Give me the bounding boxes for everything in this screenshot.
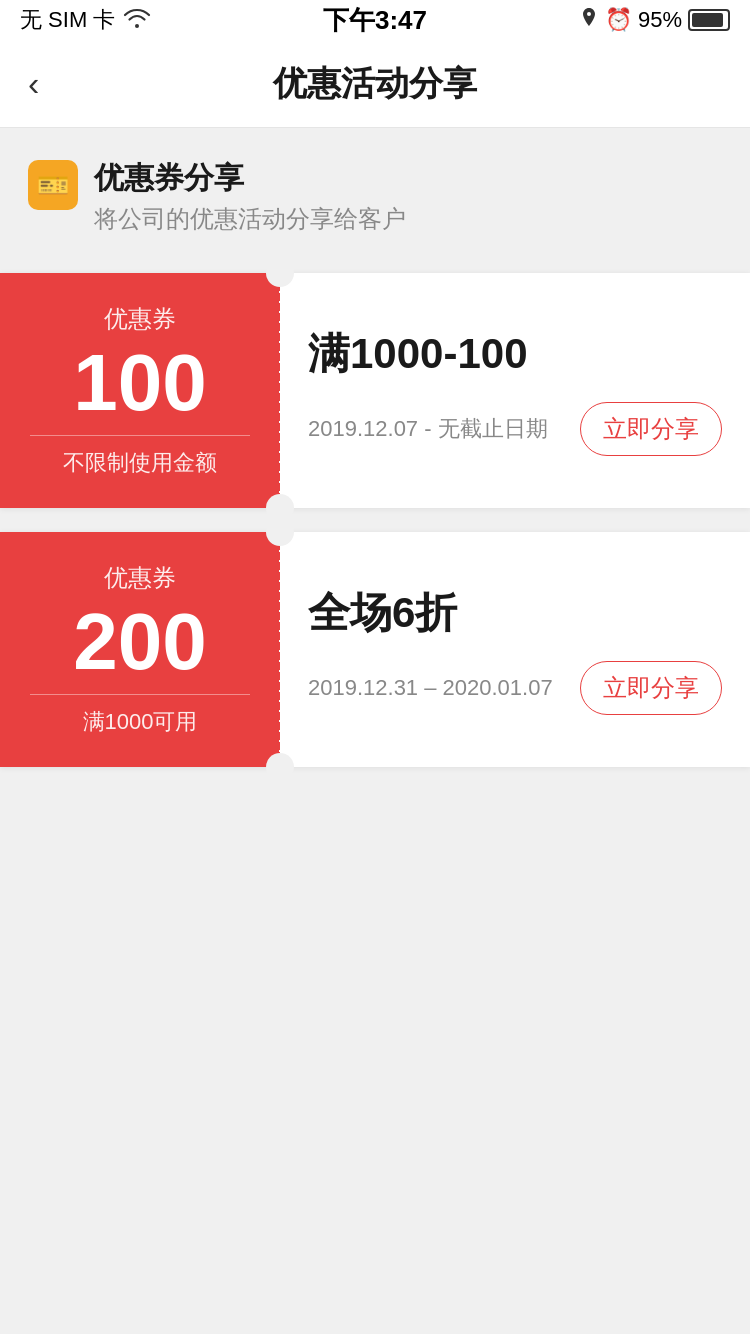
share-button-2[interactable]: 立即分享: [580, 661, 722, 715]
scallop-top-1: [266, 259, 294, 287]
coupon-emoji-icon: 🎫: [37, 170, 69, 201]
scallop-top-2: [266, 518, 294, 546]
coupon-label-2: 优惠券: [104, 562, 176, 594]
back-button[interactable]: ‹: [28, 64, 39, 103]
coupon-amount-2: 200: [73, 602, 206, 682]
coupon-divider-1: [30, 435, 250, 436]
carrier-text: 无 SIM 卡: [20, 5, 115, 35]
coupon-right-1: 满1000-100 2019.12.07 - 无截止日期 立即分享: [280, 273, 750, 508]
status-left: 无 SIM 卡: [20, 5, 151, 35]
coupon-date-2: 2019.12.31 – 2020.01.07: [308, 675, 570, 701]
location-icon: [579, 6, 599, 34]
coupon-left-1: 优惠券 100 不限制使用金额: [0, 273, 280, 508]
coupon-right-2: 全场6折 2019.12.31 – 2020.01.07 立即分享: [280, 532, 750, 767]
status-time: 下午3:47: [323, 3, 427, 38]
empty-area: [0, 799, 750, 1199]
share-button-1[interactable]: 立即分享: [580, 402, 722, 456]
coupon-name-1: 满1000-100: [308, 326, 722, 382]
battery-percent: 95%: [638, 7, 682, 33]
section-title: 优惠券分享: [94, 158, 406, 199]
coupon-restriction-2: 满1000可用: [83, 707, 198, 737]
coupon-amount-1: 100: [73, 343, 206, 423]
section-text: 优惠券分享 将公司的优惠活动分享给客户: [94, 158, 406, 235]
scallop-bottom-2: [266, 753, 294, 781]
coupon-card-1: 优惠券 100 不限制使用金额 满1000-100 2019.12.07 - 无…: [0, 273, 750, 508]
status-bar: 无 SIM 卡 下午3:47 ⏰ 95%: [0, 0, 750, 40]
coupon-date-1: 2019.12.07 - 无截止日期: [308, 414, 570, 444]
coupon-bottom-row-2: 2019.12.31 – 2020.01.07 立即分享: [308, 661, 722, 715]
section-header: 🎫 优惠券分享 将公司的优惠活动分享给客户: [0, 128, 750, 251]
coupons-container: 优惠券 100 不限制使用金额 满1000-100 2019.12.07 - 无…: [0, 251, 750, 799]
section-description: 将公司的优惠活动分享给客户: [94, 203, 406, 235]
nav-bar: ‹ 优惠活动分享: [0, 40, 750, 128]
coupon-label-1: 优惠券: [104, 303, 176, 335]
section-icon: 🎫: [28, 160, 78, 210]
coupon-name-2: 全场6折: [308, 585, 722, 641]
coupon-divider-2: [30, 694, 250, 695]
battery-icon: [688, 9, 730, 31]
wifi-icon: [123, 6, 151, 34]
coupon-restriction-1: 不限制使用金额: [63, 448, 217, 478]
status-right: ⏰ 95%: [579, 6, 730, 34]
coupon-bottom-row-1: 2019.12.07 - 无截止日期 立即分享: [308, 402, 722, 456]
page-title: 优惠活动分享: [273, 61, 477, 107]
alarm-icon: ⏰: [605, 7, 632, 33]
coupon-left-2: 优惠券 200 满1000可用: [0, 532, 280, 767]
back-chevron: ‹: [28, 64, 39, 103]
coupon-card-2: 优惠券 200 满1000可用 全场6折 2019.12.31 – 2020.0…: [0, 532, 750, 767]
